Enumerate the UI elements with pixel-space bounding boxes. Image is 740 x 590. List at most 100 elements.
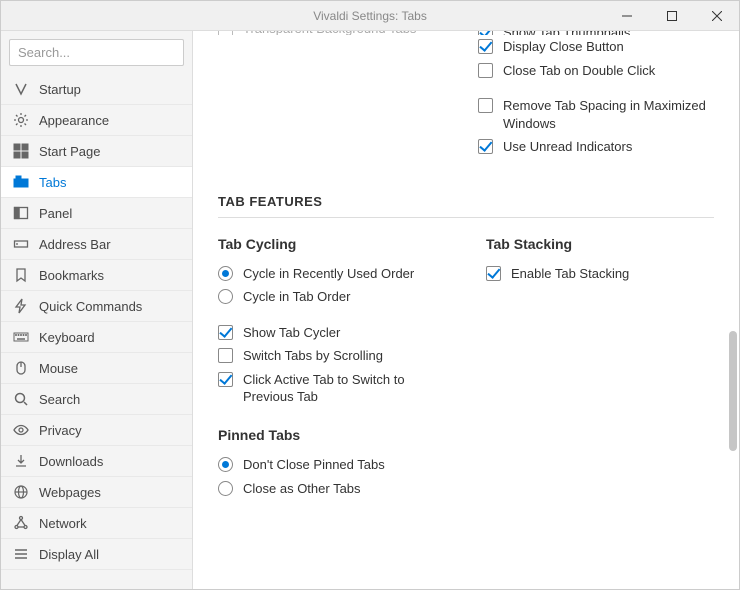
globe-icon — [13, 484, 29, 500]
sidebar-item-search[interactable]: Search — [1, 384, 192, 415]
search-input[interactable] — [9, 39, 184, 66]
checkbox-label: Switch Tabs by Scrolling — [243, 347, 383, 365]
checkbox-label: Use Unread Indicators — [503, 138, 632, 156]
checkbox-label: Close Tab on Double Click — [503, 62, 655, 80]
network-icon — [13, 515, 29, 531]
checkbox-icon — [478, 31, 493, 35]
radio-close-as-other[interactable]: Close as Other Tabs — [218, 477, 446, 501]
scrollbar-thumb[interactable] — [729, 331, 737, 451]
radio-cycle-recent[interactable]: Cycle in Recently Used Order — [218, 262, 446, 286]
sidebar-item-addressbar[interactable]: Address Bar — [1, 229, 192, 260]
lightning-icon — [13, 298, 29, 314]
checkbox-icon — [478, 139, 493, 154]
sidebar-item-startpage[interactable]: Start Page — [1, 136, 192, 167]
mouse-icon — [13, 360, 29, 376]
checkbox-icon — [218, 348, 233, 363]
sidebar-item-webpages[interactable]: Webpages — [1, 477, 192, 508]
keyboard-icon — [13, 329, 29, 345]
checkbox-label: Enable Tab Stacking — [511, 265, 629, 283]
sidebar-item-label: Search — [39, 392, 80, 407]
checkbox-icon — [478, 63, 493, 78]
addressbar-icon — [13, 236, 29, 252]
download-icon — [13, 453, 29, 469]
checkbox-display-close[interactable]: Display Close Button — [478, 35, 714, 59]
checkbox-close-doubleclick[interactable]: Close Tab on Double Click — [478, 59, 714, 83]
checkbox-label: Transparent Background Tabs — [243, 31, 416, 35]
eye-icon — [13, 422, 29, 438]
sidebar-item-label: Startup — [39, 82, 81, 97]
radio-icon — [218, 457, 233, 472]
close-button[interactable] — [694, 1, 739, 31]
sidebar-item-label: Keyboard — [39, 330, 95, 345]
checkbox-label: Show Tab Thumbnails — [503, 31, 630, 35]
sidebar-item-label: Downloads — [39, 454, 103, 469]
sidebar-item-label: Network — [39, 516, 87, 531]
content-pane[interactable]: Transparent Background Tabs Show Tab Thu… — [193, 31, 739, 589]
sidebar-item-quickcommands[interactable]: Quick Commands — [1, 291, 192, 322]
radio-label: Cycle in Recently Used Order — [243, 265, 414, 283]
sidebar-item-label: Mouse — [39, 361, 78, 376]
sidebar-item-bookmarks[interactable]: Bookmarks — [1, 260, 192, 291]
sidebar-item-keyboard[interactable]: Keyboard — [1, 322, 192, 353]
maximize-button[interactable] — [649, 1, 694, 31]
window-title: Vivaldi Settings: Tabs — [313, 9, 427, 23]
bookmark-icon — [13, 267, 29, 283]
sidebar-item-label: Display All — [39, 547, 99, 562]
checkbox-label: Show Tab Cycler — [243, 324, 340, 342]
sidebar-item-label: Panel — [39, 206, 72, 221]
checkbox-icon — [218, 31, 233, 35]
subheader-stacking: Tab Stacking — [486, 236, 714, 252]
checkbox-switch-scrolling[interactable]: Switch Tabs by Scrolling — [218, 344, 446, 368]
sidebar-item-network[interactable]: Network — [1, 508, 192, 539]
sidebar-item-downloads[interactable]: Downloads — [1, 446, 192, 477]
checkbox-click-active[interactable]: Click Active Tab to Switch to Previous T… — [218, 368, 446, 409]
vivaldi-icon — [13, 81, 29, 97]
checkbox-label: Click Active Tab to Switch to Previous T… — [243, 371, 446, 406]
sidebar-item-startup[interactable]: Startup — [1, 74, 192, 105]
subheader-pinned: Pinned Tabs — [218, 427, 446, 443]
checkbox-icon — [478, 98, 493, 113]
section-header-features: TAB FEATURES — [218, 194, 714, 218]
sidebar-item-label: Privacy — [39, 423, 82, 438]
sidebar-item-panel[interactable]: Panel — [1, 198, 192, 229]
checkbox-icon — [486, 266, 501, 281]
radio-label: Don't Close Pinned Tabs — [243, 456, 385, 474]
scrollbar[interactable] — [727, 31, 737, 589]
search-icon — [13, 391, 29, 407]
sidebar-item-appearance[interactable]: Appearance — [1, 105, 192, 136]
sidebar: Startup Appearance Start Page Tabs Panel… — [1, 31, 193, 589]
radio-dont-close-pinned[interactable]: Don't Close Pinned Tabs — [218, 453, 446, 477]
subheader-cycling: Tab Cycling — [218, 236, 446, 252]
nav-list: Startup Appearance Start Page Tabs Panel… — [1, 74, 192, 589]
sidebar-item-privacy[interactable]: Privacy — [1, 415, 192, 446]
sidebar-item-displayall[interactable]: Display All — [1, 539, 192, 570]
sidebar-item-tabs[interactable]: Tabs — [1, 167, 192, 198]
minimize-button[interactable] — [604, 1, 649, 31]
sidebar-item-label: Bookmarks — [39, 268, 104, 283]
grid-icon — [13, 143, 29, 159]
checkbox-enable-stacking[interactable]: Enable Tab Stacking — [486, 262, 714, 286]
checkbox-icon — [478, 39, 493, 54]
panel-icon — [13, 205, 29, 221]
radio-icon — [218, 266, 233, 281]
radio-cycle-order[interactable]: Cycle in Tab Order — [218, 285, 446, 309]
sidebar-item-label: Appearance — [39, 113, 109, 128]
checkbox-icon — [218, 325, 233, 340]
radio-icon — [218, 289, 233, 304]
checkbox-label: Display Close Button — [503, 38, 624, 56]
checkbox-icon — [218, 372, 233, 387]
sidebar-item-label: Webpages — [39, 485, 101, 500]
titlebar: Vivaldi Settings: Tabs — [1, 1, 739, 31]
sidebar-item-label: Start Page — [39, 144, 100, 159]
sidebar-item-mouse[interactable]: Mouse — [1, 353, 192, 384]
checkbox-unread-indicators[interactable]: Use Unread Indicators — [478, 135, 714, 159]
checkbox-transparent-bg[interactable]: Transparent Background Tabs — [218, 31, 438, 35]
window-controls — [604, 1, 739, 31]
sidebar-item-label: Quick Commands — [39, 299, 142, 314]
checkbox-remove-spacing[interactable]: Remove Tab Spacing in Maximized Windows — [478, 94, 714, 135]
sidebar-item-label: Tabs — [39, 175, 66, 190]
checkbox-show-cycler[interactable]: Show Tab Cycler — [218, 321, 446, 345]
gear-icon — [13, 112, 29, 128]
checkbox-label: Remove Tab Spacing in Maximized Windows — [503, 97, 714, 132]
list-icon — [13, 546, 29, 562]
